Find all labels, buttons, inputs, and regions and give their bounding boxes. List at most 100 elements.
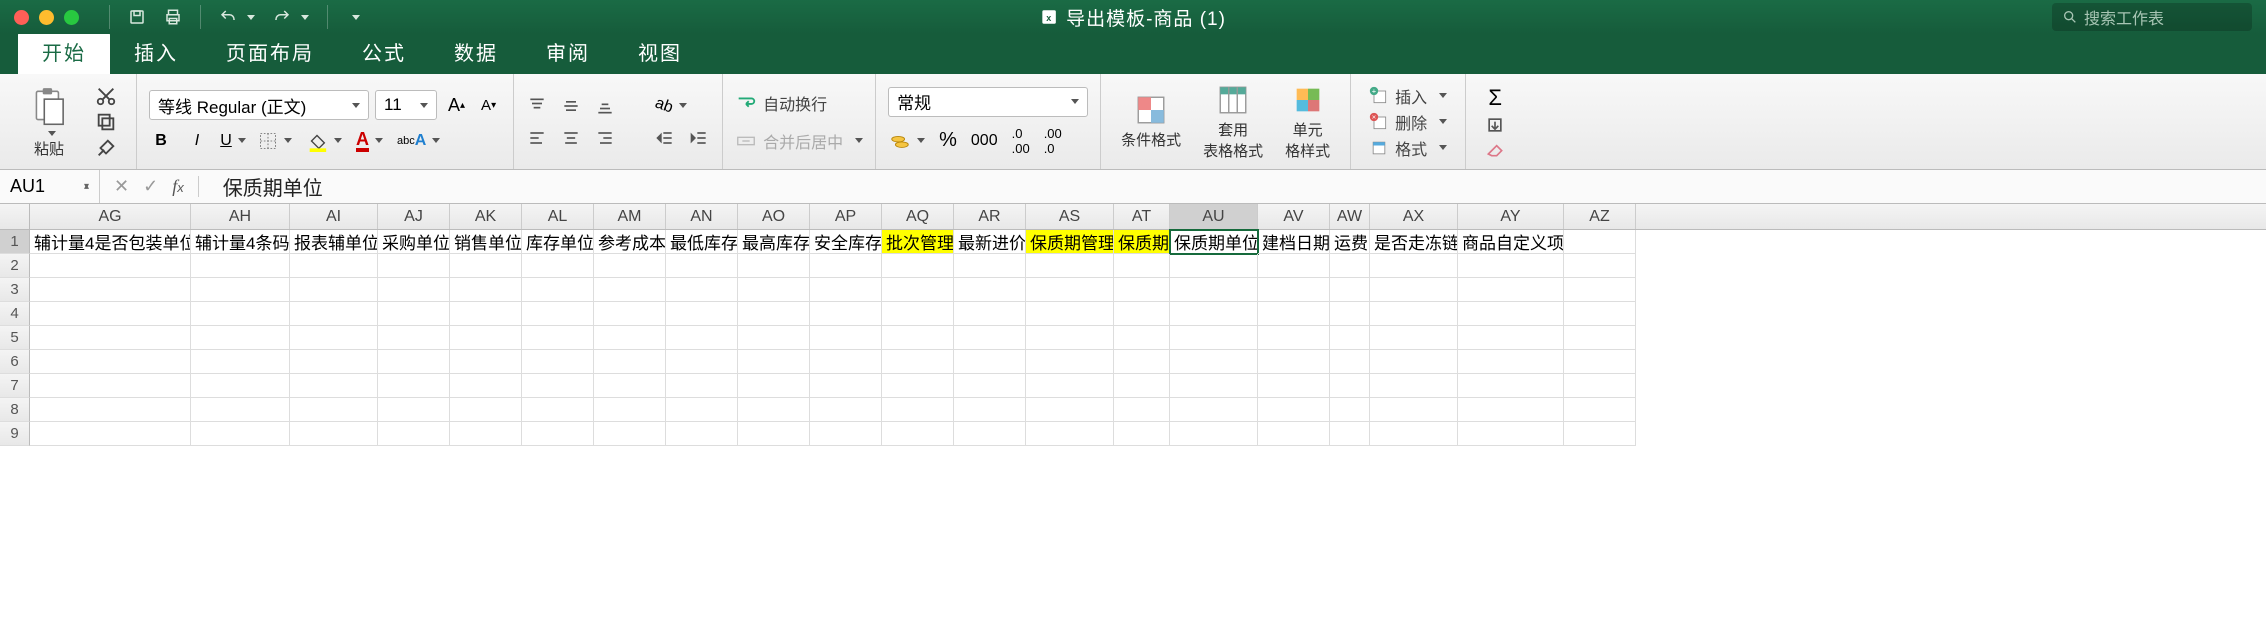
cell-AM1[interactable]: 参考成本 [594, 230, 666, 254]
cell-AO3[interactable] [738, 278, 810, 302]
cell-AO7[interactable] [738, 374, 810, 398]
cut-button[interactable] [94, 84, 118, 108]
row-header-3[interactable]: 3 [0, 278, 30, 302]
align-center-button[interactable] [560, 127, 582, 149]
cell-AI9[interactable] [290, 422, 378, 446]
cell-AI3[interactable] [290, 278, 378, 302]
cell-AN4[interactable] [666, 302, 738, 326]
cell-AU2[interactable] [1170, 254, 1258, 278]
cell-AU6[interactable] [1170, 350, 1258, 374]
cell-AQ3[interactable] [882, 278, 954, 302]
cell-AU1[interactable]: 保质期单位 [1170, 230, 1258, 254]
row-header-1[interactable]: 1 [0, 230, 30, 254]
enter-formula-button[interactable]: ✓ [143, 176, 158, 197]
cell-AX7[interactable] [1370, 374, 1458, 398]
cell-AX5[interactable] [1370, 326, 1458, 350]
cell-AP5[interactable] [810, 326, 882, 350]
cell-AR6[interactable] [954, 350, 1026, 374]
cell-AL2[interactable] [522, 254, 594, 278]
cell-AU8[interactable] [1170, 398, 1258, 422]
cell-AM7[interactable] [594, 374, 666, 398]
autosum-button[interactable]: Σ [1484, 84, 1506, 112]
currency-button[interactable] [888, 129, 926, 153]
cell-AQ1[interactable]: 批次管理 [882, 230, 954, 254]
cell-AL9[interactable] [522, 422, 594, 446]
cell-AT7[interactable] [1114, 374, 1170, 398]
cell-AV8[interactable] [1258, 398, 1330, 422]
row-header-6[interactable]: 6 [0, 350, 30, 374]
qat-print-icon[interactable] [164, 8, 182, 26]
number-format-select[interactable]: 常规 [888, 87, 1088, 117]
cell-AX9[interactable] [1370, 422, 1458, 446]
cell-AN2[interactable] [666, 254, 738, 278]
cell-AS3[interactable] [1026, 278, 1114, 302]
cell-AT9[interactable] [1114, 422, 1170, 446]
cell-AG8[interactable] [30, 398, 191, 422]
cell-AS5[interactable] [1026, 326, 1114, 350]
tab-审阅[interactable]: 审阅 [522, 31, 614, 74]
cell-AH3[interactable] [191, 278, 290, 302]
cell-AI8[interactable] [290, 398, 378, 422]
cell-AP2[interactable] [810, 254, 882, 278]
cell-AN1[interactable]: 最低库存 [666, 230, 738, 254]
zoom-window-button[interactable] [64, 10, 79, 25]
column-header-AV[interactable]: AV [1258, 204, 1330, 229]
row-header-4[interactable]: 4 [0, 302, 30, 326]
row-header-9[interactable]: 9 [0, 422, 30, 446]
cell-AM6[interactable] [594, 350, 666, 374]
tab-数据[interactable]: 数据 [430, 31, 522, 74]
qat-undo-button[interactable] [219, 8, 255, 26]
cell-AY6[interactable] [1458, 350, 1564, 374]
clear-button[interactable] [1484, 138, 1506, 160]
column-header-AL[interactable]: AL [522, 204, 594, 229]
cell-AW6[interactable] [1330, 350, 1370, 374]
cell-AI2[interactable] [290, 254, 378, 278]
cell-AL6[interactable] [522, 350, 594, 374]
comma-button[interactable]: 000 [970, 131, 999, 151]
cell-AS1[interactable]: 保质期管理 [1026, 230, 1114, 254]
cell-AX6[interactable] [1370, 350, 1458, 374]
cell-AN5[interactable] [666, 326, 738, 350]
underline-button[interactable]: U [221, 131, 245, 151]
cell-AK9[interactable] [450, 422, 522, 446]
cell-AS8[interactable] [1026, 398, 1114, 422]
cell-AK3[interactable] [450, 278, 522, 302]
cell-AK2[interactable] [450, 254, 522, 278]
cell-AM2[interactable] [594, 254, 666, 278]
qat-customize-icon[interactable] [346, 15, 360, 20]
cell-AY2[interactable] [1458, 254, 1564, 278]
column-header-AY[interactable]: AY [1458, 204, 1564, 229]
phonetic-button[interactable]: abcA [396, 131, 441, 151]
cell-AL4[interactable] [522, 302, 594, 326]
cell-AN7[interactable] [666, 374, 738, 398]
column-header-AG[interactable]: AG [30, 204, 191, 229]
border-button[interactable] [257, 130, 293, 152]
cell-AR7[interactable] [954, 374, 1026, 398]
search-box[interactable]: 搜索工作表 [2052, 3, 2252, 31]
column-header-AI[interactable]: AI [290, 204, 378, 229]
cell-AS6[interactable] [1026, 350, 1114, 374]
delete-cells-button[interactable]: × 删除 [1369, 110, 1447, 134]
cell-AU7[interactable] [1170, 374, 1258, 398]
cell-AY1[interactable]: 商品自定义项 [1458, 230, 1564, 254]
cell-AG4[interactable] [30, 302, 191, 326]
column-header-AJ[interactable]: AJ [378, 204, 450, 229]
cell-AO8[interactable] [738, 398, 810, 422]
cell-AY3[interactable] [1458, 278, 1564, 302]
cell-AK7[interactable] [450, 374, 522, 398]
paste-button[interactable]: 粘贴 [22, 85, 76, 159]
cell-AO5[interactable] [738, 326, 810, 350]
column-header-AP[interactable]: AP [810, 204, 882, 229]
bold-button[interactable]: B [149, 131, 173, 151]
cell-AU5[interactable] [1170, 326, 1258, 350]
cell-AW5[interactable] [1330, 326, 1370, 350]
cell-AI7[interactable] [290, 374, 378, 398]
align-top-button[interactable] [526, 95, 548, 117]
close-window-button[interactable] [14, 10, 29, 25]
cell-AZ7[interactable] [1564, 374, 1636, 398]
cell-AQ9[interactable] [882, 422, 954, 446]
column-header-AS[interactable]: AS [1026, 204, 1114, 229]
column-header-AR[interactable]: AR [954, 204, 1026, 229]
column-header-AW[interactable]: AW [1330, 204, 1370, 229]
cell-AW1[interactable]: 运费 [1330, 230, 1370, 254]
